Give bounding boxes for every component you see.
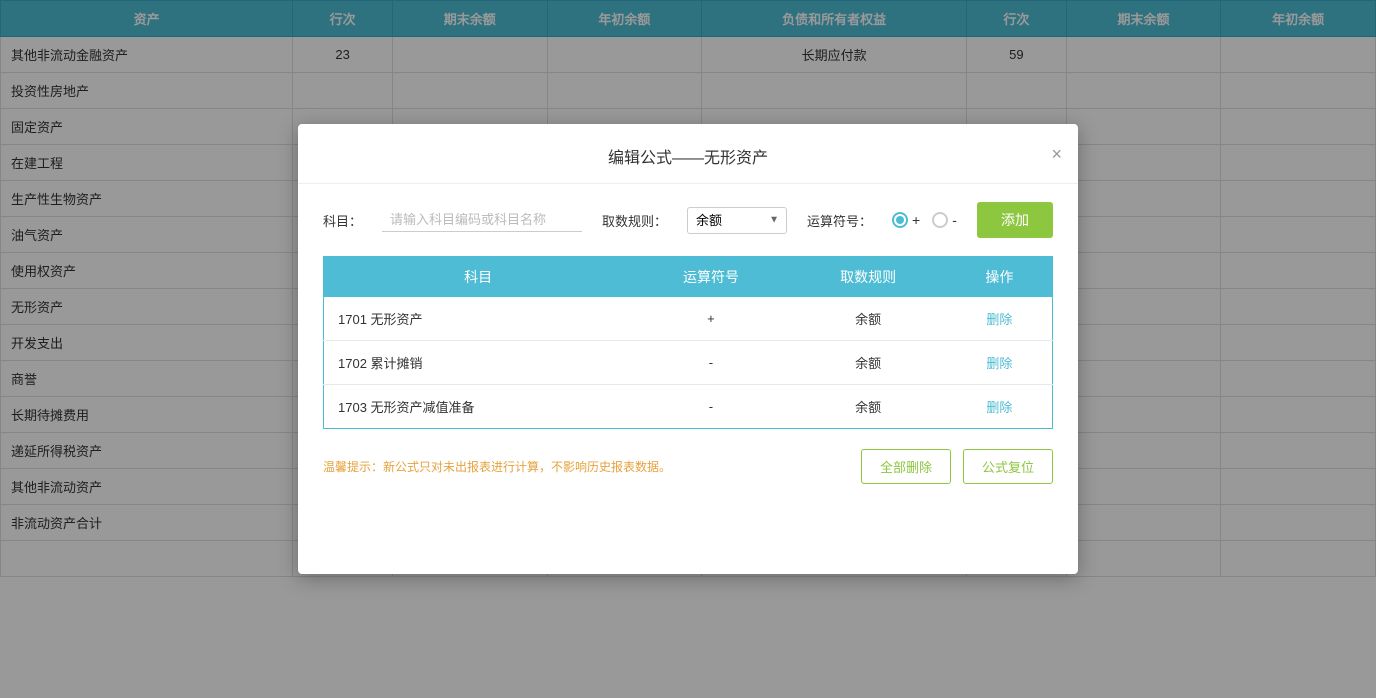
formula-action: 删除 <box>947 385 1053 429</box>
close-button[interactable]: × <box>1051 145 1062 163</box>
operator-plus-label: + <box>912 212 920 228</box>
rule-label: 取数规则： <box>602 211 667 230</box>
rule-select-wrapper: 余额 借方发生额 贷方发生额 ▼ <box>687 207 787 234</box>
delete-row-button[interactable]: 删除 <box>986 400 1012 415</box>
formula-table: 科目 运算符号 取数规则 操作 1701 无形资产+余额删除1702 累计摊销-… <box>323 256 1053 429</box>
th-action: 操作 <box>947 257 1053 298</box>
formula-row: 1702 累计摊销-余额 删除 <box>324 341 1053 385</box>
add-button[interactable]: 添加 <box>977 202 1053 238</box>
subject-label: 科目： <box>323 211 362 230</box>
th-subject: 科目 <box>324 257 633 298</box>
table-header-row: 科目 运算符号 取数规则 操作 <box>324 257 1053 298</box>
form-row: 科目： 取数规则： 余额 借方发生额 贷方发生额 ▼ 运算符号： + <box>298 184 1078 256</box>
formula-subject: 1701 无形资产 <box>324 297 633 341</box>
tip-text: 温馨提示：新公式只对未出报表进行计算，不影响历史报表数据。 <box>323 458 671 475</box>
modal-overlay: 编辑公式——无形资产 × 科目： 取数规则： 余额 借方发生额 贷方发生额 ▼ … <box>0 0 1376 698</box>
formula-row: 1703 无形资产减值准备-余额 删除 <box>324 385 1053 429</box>
formula-subject: 1703 无形资产减值准备 <box>324 385 633 429</box>
formula-operator: - <box>632 385 789 429</box>
formula-rule: 余额 <box>790 341 947 385</box>
operator-label: 运算符号： <box>807 211 872 230</box>
modal-header: 编辑公式——无形资产 × <box>298 124 1078 184</box>
formula-rule: 余额 <box>790 297 947 341</box>
formula-subject: 1702 累计摊销 <box>324 341 633 385</box>
delete-row-button[interactable]: 删除 <box>986 312 1012 327</box>
formula-operator: - <box>632 341 789 385</box>
operator-minus-radio[interactable]: - <box>932 212 957 228</box>
delete-all-button[interactable]: 全部删除 <box>861 449 951 484</box>
edit-formula-modal: 编辑公式——无形资产 × 科目： 取数规则： 余额 借方发生额 贷方发生额 ▼ … <box>298 124 1078 574</box>
operator-plus-radio[interactable]: + <box>892 212 920 228</box>
reset-formula-button[interactable]: 公式复位 <box>963 449 1053 484</box>
modal-title: 编辑公式——无形资产 <box>608 150 768 167</box>
formula-action: 删除 <box>947 297 1053 341</box>
operator-radio-group: + - <box>892 212 957 228</box>
footer-buttons: 全部删除 公式复位 <box>861 449 1053 484</box>
delete-row-button[interactable]: 删除 <box>986 356 1012 371</box>
formula-action: 删除 <box>947 341 1053 385</box>
formula-row: 1701 无形资产+余额 删除 <box>324 297 1053 341</box>
subject-input[interactable] <box>382 208 582 232</box>
radio-plus-circle <box>892 212 908 228</box>
formula-operator: + <box>632 297 789 341</box>
th-operator: 运算符号 <box>632 257 789 298</box>
formula-rule: 余额 <box>790 385 947 429</box>
th-rule: 取数规则 <box>790 257 947 298</box>
modal-footer: 温馨提示：新公式只对未出报表进行计算，不影响历史报表数据。 全部删除 公式复位 <box>298 429 1078 494</box>
rule-select[interactable]: 余额 借方发生额 贷方发生额 <box>687 207 787 234</box>
operator-minus-label: - <box>952 212 957 228</box>
radio-minus-circle <box>932 212 948 228</box>
